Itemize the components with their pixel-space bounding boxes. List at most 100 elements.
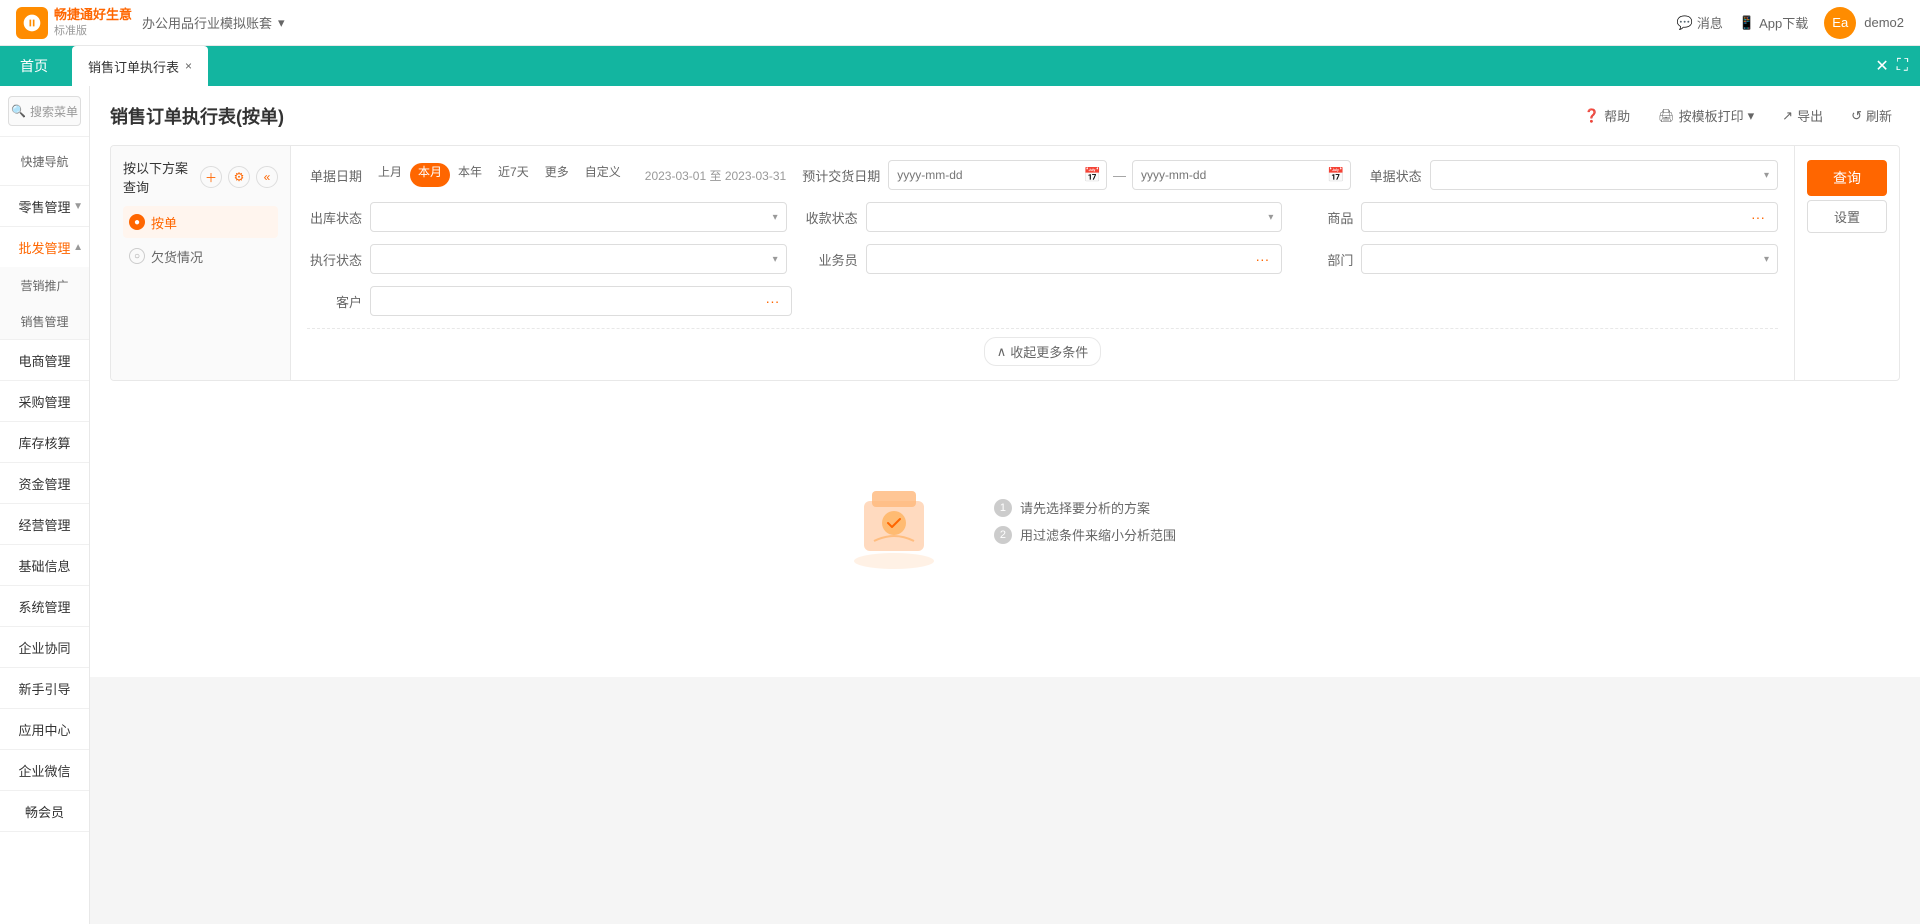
date-tab-7days[interactable]: 近7天 [490,163,537,187]
query-btn[interactable]: 查询 [1807,160,1887,196]
tab-bar-right: ✕ ⛶ [1875,56,1920,76]
menu-group-inventory: 库存核算 [0,422,89,463]
menu-header-collab[interactable]: 企业协同 [0,627,89,667]
menu-label-finance: 资金管理 [18,474,70,493]
sidebar-item-shortcut[interactable]: 快捷导航 [0,143,89,179]
date-tab-thismonth[interactable]: 本月 [410,163,450,187]
menu-group-appstore: 应用中心 [0,709,89,750]
collapse-conditions-btn[interactable]: ∧ 收起更多条件 [984,337,1102,366]
menu-header-inventory[interactable]: 库存核算 [0,422,89,462]
refresh-icon: ↺ [1851,108,1862,124]
menu-label-system: 系统管理 [18,597,70,616]
breadcrumb-dropdown[interactable]: ▾ [278,15,285,31]
tip-text-1: 请先选择要分析的方案 [1020,498,1150,517]
salesman-input[interactable]: ··· [866,244,1283,274]
header-left: 畅捷通好生意 标准版 办公用品行业模拟账套 ▾ [16,7,285,39]
wholesale-arrow: ▲ [73,242,83,253]
user-area[interactable]: Ea demo2 [1824,7,1904,39]
menu-label-wholesale: 批发管理 [18,238,70,257]
filter-actions-row: ∧ 收起更多条件 [307,328,1778,366]
date-range-text: 2023-03-01 至 2023-03-31 [645,167,786,184]
tab-close-icon[interactable]: × [185,60,192,72]
sidebar-item-marketing[interactable]: 营销推广 [0,267,89,303]
date-tab-lastmonth[interactable]: 上月 [370,163,410,187]
goods-input[interactable]: ··· [1361,202,1778,232]
payment-status-field: 收款状态 ▾ [803,202,1283,232]
sidebar-item-sales-mgmt[interactable]: 销售管理 [0,303,89,339]
settings-plan-btn[interactable]: ⚙ [228,166,250,188]
menu-header-wechat[interactable]: 企业微信 [0,750,89,790]
calendar-to-icon[interactable]: 📅 [1327,167,1344,184]
order-status-select[interactable]: ▾ [1430,160,1778,190]
goods-field: 商品 ··· [1298,202,1778,232]
menu-label-operations: 经营管理 [18,515,70,534]
customer-input[interactable]: ··· [370,286,792,316]
menu-group-member: 畅会员 [0,791,89,832]
menu-header-wholesale[interactable]: 批发管理 ▲ [0,227,89,267]
dept-arrow: ▾ [1764,254,1769,265]
tab-active[interactable]: 销售订单执行表 × [72,46,208,86]
help-btn[interactable]: ❓ 帮助 [1576,102,1638,129]
menu-header-member[interactable]: 畅会员 [0,791,89,831]
date-separator: — [1113,168,1126,183]
menu-header-base[interactable]: 基础信息 [0,545,89,585]
collapse-label: 收起更多条件 [1010,342,1088,361]
menu-label-appstore: 应用中心 [18,720,70,739]
fullscreen-icon[interactable]: ⛶ [1897,57,1908,75]
customer-dots-btn[interactable]: ··· [761,293,783,309]
order-status-label: 单据状态 [1367,166,1422,185]
tab-home[interactable]: 首页 [0,46,68,86]
page-content: 销售订单执行表(按单) ❓ 帮助 🖨 按模板打印 ▾ ↗ 导出 [90,86,1920,677]
plan-item-order[interactable]: ● 按单 [123,206,278,238]
salesman-dots-btn[interactable]: ··· [1251,251,1273,267]
message-action[interactable]: 💬 消息 [1677,13,1723,32]
app-download-label: App下载 [1759,13,1808,32]
payment-status-select[interactable]: ▾ [866,202,1283,232]
sidebar-nav: 快捷导航 [0,137,89,186]
date-from-input[interactable] [888,160,1107,190]
date-to-input[interactable] [1132,160,1351,190]
customer-field: 客户 ··· [307,286,792,316]
menu-header-system[interactable]: 系统管理 [0,586,89,626]
menu-group-finance: 资金管理 [0,463,89,504]
menu-header-newbie[interactable]: 新手引导 [0,668,89,708]
menu-header-finance[interactable]: 资金管理 [0,463,89,503]
main-layout: 🔍 搜索菜单 快捷导航 零售管理 ▼ 批发管理 ▲ 营销推广 [0,86,1920,924]
date-range-picker: 📅 — 📅 [888,160,1350,190]
export-icon: ↗ [1782,108,1793,124]
plan-item-backorder[interactable]: ○ 欠货情况 [123,240,278,272]
exec-status-field: 执行状态 ▾ [307,244,787,274]
menu-header-operations[interactable]: 经营管理 [0,504,89,544]
date-tab-thisyear[interactable]: 本年 [450,163,490,187]
settings-btn[interactable]: 设置 [1807,200,1887,233]
stock-status-field: 出库状态 ▾ [307,202,787,232]
dept-select[interactable]: ▾ [1361,244,1778,274]
search-menu-btn[interactable]: 🔍 搜索菜单 [8,96,81,126]
exec-status-select[interactable]: ▾ [370,244,787,274]
menu-header-ecommerce[interactable]: 电商管理 [0,340,89,380]
empty-state: 1 请先选择要分析的方案 2 用过滤条件来缩小分析范围 [110,381,1900,661]
brand-name: 畅捷通好生意 [54,7,132,24]
date-tab-more[interactable]: 更多 [537,163,577,187]
print-btn[interactable]: 🖨 按模板打印 ▾ [1650,102,1762,129]
date-tab-custom[interactable]: 自定义 [577,163,629,187]
refresh-btn[interactable]: ↺ 刷新 [1843,102,1900,129]
close-window-icon[interactable]: ✕ [1875,56,1888,76]
menu-header-purchase[interactable]: 采购管理 [0,381,89,421]
app-download-action[interactable]: 📱 App下载 [1739,13,1808,32]
stock-status-select[interactable]: ▾ [370,202,787,232]
export-btn[interactable]: ↗ 导出 [1774,102,1831,129]
logo-area: 畅捷通好生意 标准版 [16,7,132,39]
menu-header-retail[interactable]: 零售管理 ▼ [0,186,89,226]
filter-by-plan-label: 按以下方案查询 [123,158,200,196]
top-header: 畅捷通好生意 标准版 办公用品行业模拟账套 ▾ 💬 消息 📱 App下载 Ea … [0,0,1920,46]
shortcut-nav-label: 快捷导航 [20,153,68,170]
collapse-plan-btn[interactable]: « [256,166,278,188]
add-plan-btn[interactable]: ＋ [200,166,222,188]
print-arrow: ▾ [1748,108,1755,124]
menu-header-appstore[interactable]: 应用中心 [0,709,89,749]
menu-label-wechat: 企业微信 [18,761,70,780]
calendar-from-icon[interactable]: 📅 [1084,167,1101,184]
menu-label-member: 畅会员 [25,802,64,821]
goods-dots-btn[interactable]: ··· [1747,209,1769,225]
